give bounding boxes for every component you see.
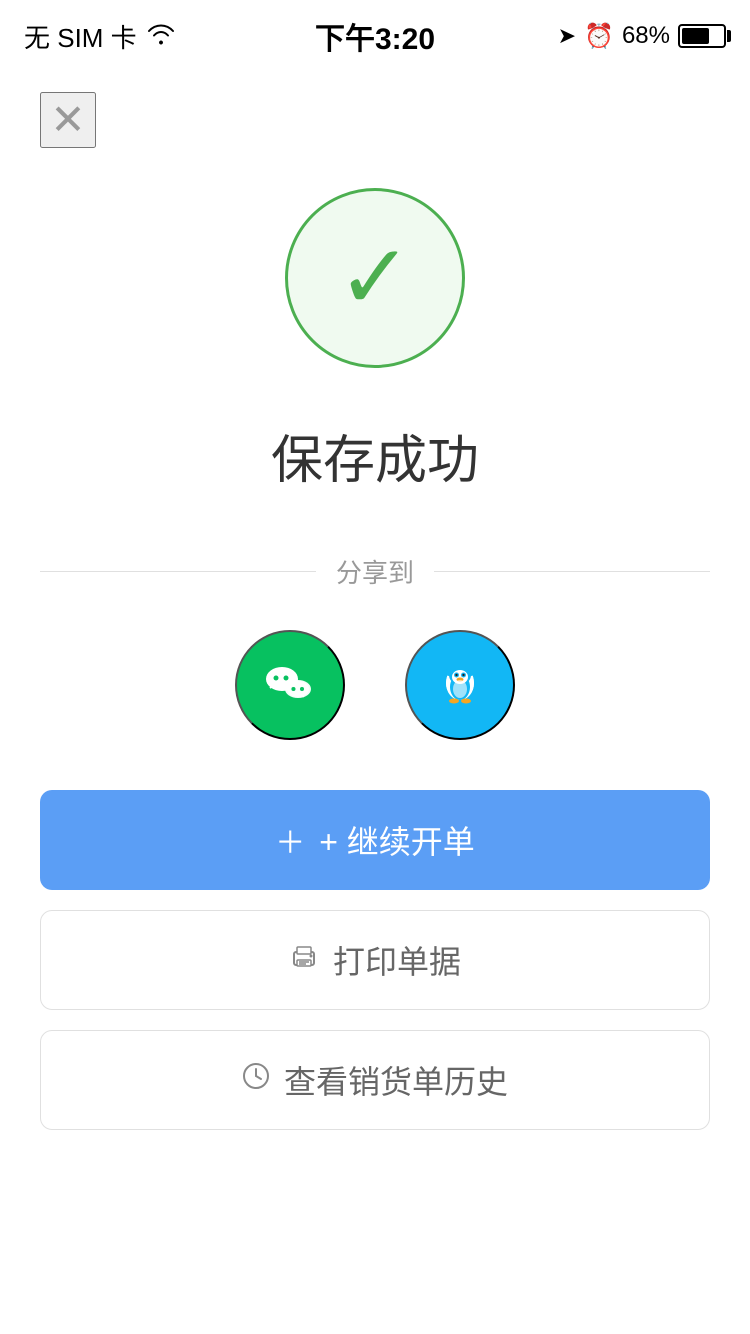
close-icon: ✕ [50, 99, 85, 141]
status-right: ➤ ⏰ 68% [558, 22, 726, 51]
wifi-icon [147, 20, 175, 52]
share-section: 分享到 [40, 553, 710, 740]
location-icon: ➤ [558, 23, 576, 49]
sim-label: 无 SIM 卡 [24, 18, 137, 55]
clock-icon [242, 1062, 270, 1098]
success-title: 保存成功 [271, 418, 479, 493]
checkmark-icon: ✓ [337, 233, 412, 323]
divider-right [434, 571, 710, 572]
continue-label: + 继续开单 [319, 817, 475, 863]
alarm-icon: ⏰ [584, 22, 614, 51]
print-button[interactable]: 打印单据 [40, 910, 710, 1010]
battery-indicator [678, 24, 726, 48]
share-divider-row: 分享到 [40, 553, 710, 590]
status-bar: 无 SIM 卡 下午3:20 ➤ ⏰ 68% [0, 0, 750, 72]
qq-icon [430, 655, 490, 715]
status-left: 无 SIM 卡 [24, 18, 175, 55]
action-buttons: ＋ + 继续开单 打印单据 [40, 790, 710, 1130]
divider-left [40, 571, 316, 572]
status-time: 下午3:20 [315, 14, 435, 58]
wechat-share-button[interactable] [235, 630, 345, 740]
print-label: 打印单据 [333, 937, 461, 983]
history-label: 查看销货单历史 [284, 1057, 508, 1103]
share-icons-row [235, 630, 515, 740]
history-button[interactable]: 查看销货单历史 [40, 1030, 710, 1130]
close-button[interactable]: ✕ [40, 92, 96, 148]
battery-percent: 68% [622, 22, 670, 50]
printer-icon [289, 942, 319, 978]
success-icon-circle: ✓ [285, 188, 465, 368]
qq-share-button[interactable] [405, 630, 515, 740]
main-content: ✕ ✓ 保存成功 分享到 [0, 72, 750, 1150]
share-label: 分享到 [316, 553, 434, 590]
plus-icon: ＋ [275, 818, 305, 862]
continue-button[interactable]: ＋ + 继续开单 [40, 790, 710, 890]
wechat-icon [260, 655, 320, 715]
